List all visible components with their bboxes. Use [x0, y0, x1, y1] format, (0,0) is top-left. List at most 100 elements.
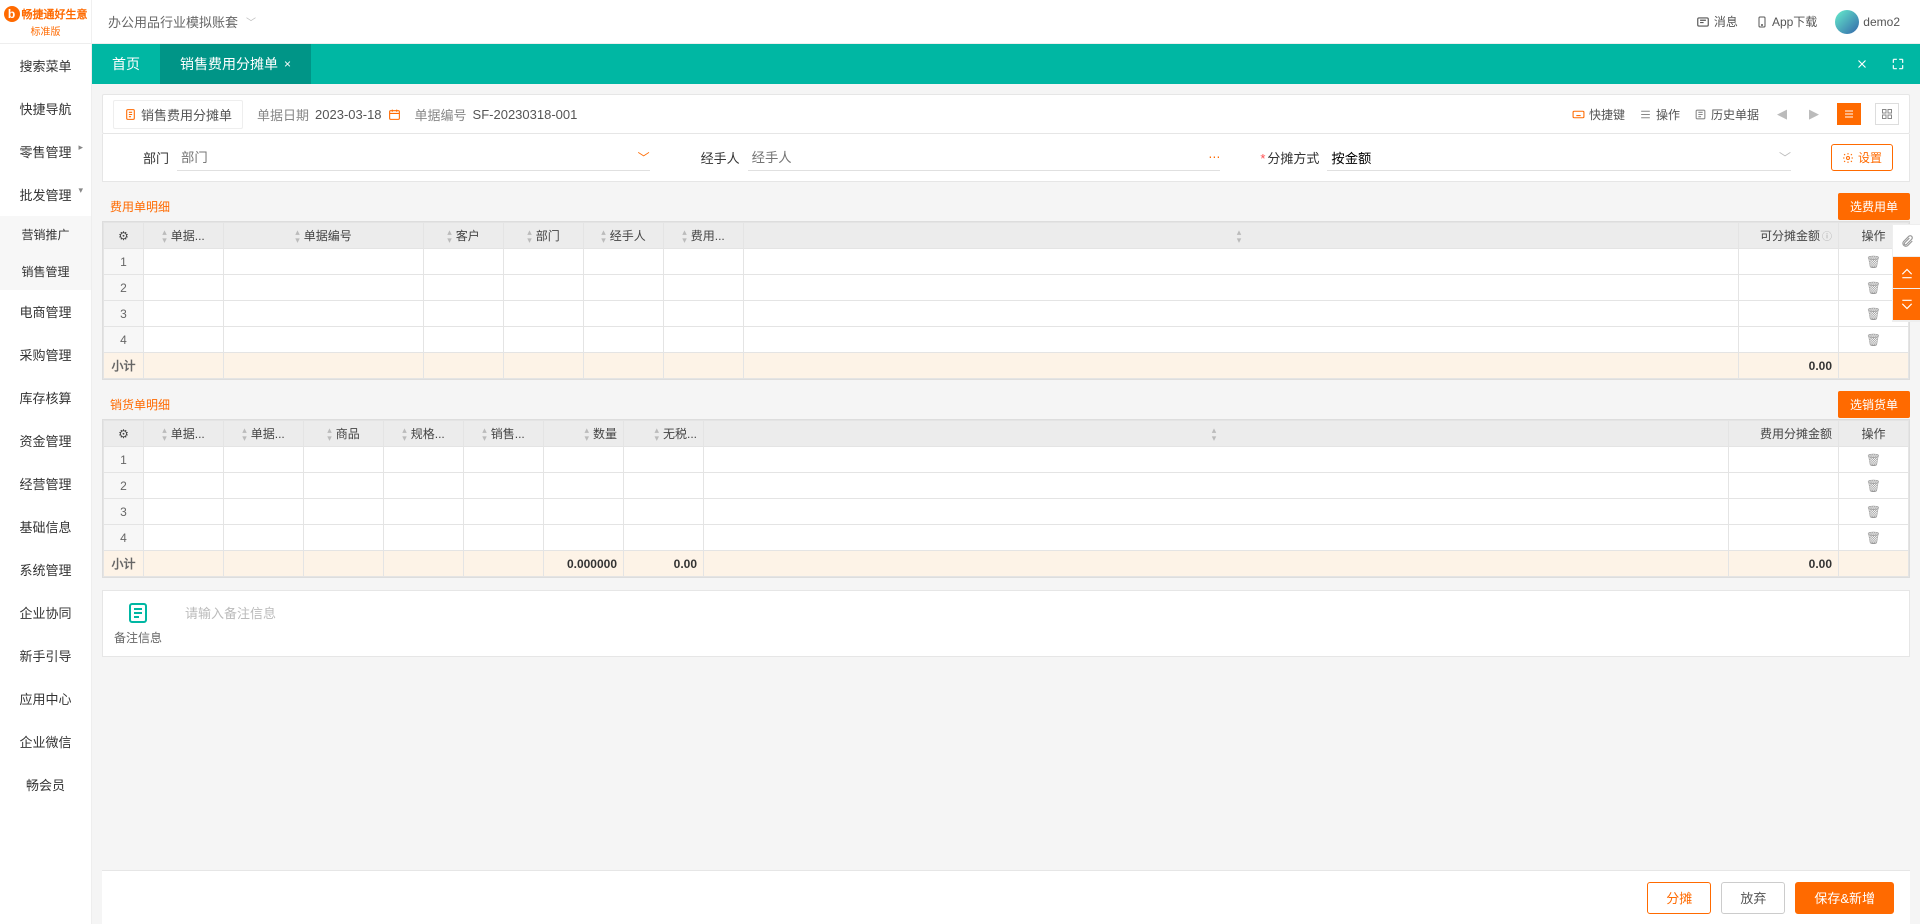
prev-doc-button[interactable]: ◀ [1773, 106, 1791, 122]
settings-button[interactable]: 设置 [1831, 144, 1893, 171]
col-s-no[interactable]: ▴▾单据... [224, 421, 304, 447]
select-expense-button[interactable]: 选费用单 [1838, 193, 1910, 220]
remark-input[interactable] [173, 591, 1909, 656]
dept-field: 部门 ﹀ [119, 144, 650, 171]
sidebar-item-inventory[interactable]: 库存核算 [0, 376, 91, 419]
col-doc-no[interactable]: ▴▾单据编号 [224, 223, 424, 249]
col-notax[interactable]: ▴▾无税... [624, 421, 704, 447]
shortcut-link[interactable]: 快捷键 [1572, 106, 1625, 123]
table-row[interactable]: 1🗑 [104, 447, 1909, 473]
col-product[interactable]: ▴▾商品 [304, 421, 384, 447]
next-doc-button[interactable]: ▶ [1805, 106, 1823, 122]
remark-box: 备注信息 [102, 590, 1910, 657]
sales-section-title: 销货单明细 [102, 390, 178, 419]
table-row[interactable]: 3🗑 [104, 499, 1909, 525]
user-menu[interactable]: demo2 [1835, 10, 1900, 34]
col-spec[interactable]: ▴▾规格... [384, 421, 464, 447]
chevron-down-icon[interactable]: ﹀ [638, 149, 650, 166]
dept-input[interactable] [177, 144, 638, 170]
right-rail [1892, 224, 1920, 322]
calendar-icon[interactable] [388, 108, 401, 121]
fullscreen-button[interactable] [1884, 50, 1912, 78]
messages-link[interactable]: 消息 [1696, 13, 1738, 30]
delete-icon[interactable]: 🗑 [1866, 531, 1881, 545]
select-sales-button[interactable]: 选销货单 [1838, 391, 1910, 418]
chevron-down-icon[interactable]: ﹀ [1779, 149, 1791, 166]
doc-date-value[interactable]: 2023-03-18 [315, 107, 382, 122]
sidebar-item-ecommerce[interactable]: 电商管理 [0, 290, 91, 333]
sidebar-item-wechat[interactable]: 企业微信 [0, 720, 91, 763]
table-row[interactable]: 4🗑 [104, 327, 1909, 353]
col-sale[interactable]: ▴▾销售... [464, 421, 544, 447]
sidebar-item-search[interactable]: 搜索菜单 [0, 44, 91, 87]
view-card-button[interactable] [1875, 103, 1899, 125]
delete-icon[interactable]: 🗑 [1866, 505, 1881, 519]
sidebar-item-finance[interactable]: 资金管理 [0, 419, 91, 462]
gear-icon[interactable]: ⚙ [104, 421, 144, 447]
document-header: 销售费用分摊单 单据日期 2023-03-18 单据编号 SF-20230318… [102, 94, 1910, 134]
sidebar-item-appcenter[interactable]: 应用中心 [0, 677, 91, 720]
col-alloc-amount[interactable]: 费用分摊金额 [1729, 421, 1839, 447]
col-allocatable[interactable]: 可分摊金额ⓘ [1739, 223, 1839, 249]
col-s-op: 操作 [1839, 421, 1909, 447]
tab-sales-expense-allocation[interactable]: 销售费用分摊单 × [160, 44, 311, 84]
allocate-button[interactable]: 分摊 [1647, 882, 1711, 914]
menu-icon [1639, 108, 1652, 121]
discard-button[interactable]: 放弃 [1721, 882, 1785, 914]
expense-table-header: ⚙ ▴▾单据... ▴▾单据编号 ▴▾客户 ▴▾部门 ▴▾经手人 ▴▾费用...… [104, 223, 1909, 249]
sidebar-item-purchase[interactable]: 采购管理 [0, 333, 91, 376]
sidebar-item-guide[interactable]: 新手引导 [0, 634, 91, 677]
table-row[interactable]: 3🗑 [104, 301, 1909, 327]
table-row[interactable]: 1🗑 [104, 249, 1909, 275]
sidebar-item-member[interactable]: 畅会员 [0, 763, 91, 806]
avatar-icon [1835, 10, 1859, 34]
sidebar-item-quicknav[interactable]: 快捷导航 [0, 87, 91, 130]
sidebar-item-wholesale[interactable]: 批发管理 [0, 173, 91, 216]
gear-icon[interactable]: ⚙ [104, 223, 144, 249]
attachment-button[interactable] [1893, 225, 1920, 257]
col-expense[interactable]: ▴▾费用... [664, 223, 744, 249]
help-icon[interactable]: ⓘ [1822, 232, 1832, 243]
tab-home[interactable]: 首页 [92, 44, 160, 84]
delete-icon[interactable]: 🗑 [1866, 255, 1881, 269]
org-selector[interactable]: 办公用品行业模拟账套 ﹀ [108, 12, 256, 31]
close-icon[interactable]: × [284, 57, 291, 71]
sidebar-item-basic[interactable]: 基础信息 [0, 505, 91, 548]
table-row[interactable]: 4🗑 [104, 525, 1909, 551]
col-doc-date[interactable]: ▴▾单据... [144, 223, 224, 249]
expand-bottom-button[interactable] [1893, 289, 1920, 321]
handler-input[interactable] [748, 144, 1209, 170]
view-list-button[interactable] [1837, 103, 1861, 125]
history-link[interactable]: 历史单据 [1694, 106, 1759, 123]
expand-top-button[interactable] [1893, 257, 1920, 289]
delete-icon[interactable]: 🗑 [1866, 453, 1881, 467]
delete-icon[interactable]: 🗑 [1866, 281, 1881, 295]
tab-close-all-button[interactable] [1848, 50, 1876, 78]
save-new-button[interactable]: 保存&新增 [1795, 882, 1894, 914]
messages-label: 消息 [1714, 13, 1738, 30]
col-handler[interactable]: ▴▾经手人 [584, 223, 664, 249]
delete-icon[interactable]: 🗑 [1866, 307, 1881, 321]
operation-link[interactable]: 操作 [1639, 106, 1680, 123]
table-row[interactable]: 2🗑 [104, 473, 1909, 499]
sales-table-header: ⚙ ▴▾单据... ▴▾单据... ▴▾商品 ▴▾规格... ▴▾销售... ▴… [104, 421, 1909, 447]
col-qty[interactable]: ▴▾数量 [544, 421, 624, 447]
delete-icon[interactable]: 🗑 [1866, 333, 1881, 347]
sidebar-sub-marketing[interactable]: 营销推广 [0, 216, 91, 253]
delete-icon[interactable]: 🗑 [1866, 479, 1881, 493]
sidebar-item-operation[interactable]: 经营管理 [0, 462, 91, 505]
more-icon[interactable]: ⋯ [1208, 150, 1220, 164]
method-input[interactable] [1327, 144, 1779, 170]
app-download-link[interactable]: App下载 [1756, 13, 1817, 30]
col-dept[interactable]: ▴▾部门 [504, 223, 584, 249]
method-label: 分摊方式 [1267, 151, 1319, 166]
sidebar-item-system[interactable]: 系统管理 [0, 548, 91, 591]
sidebar-sub-sales[interactable]: 销售管理 [0, 253, 91, 290]
col-s-blank: ▴▾ [704, 421, 1729, 447]
table-row[interactable]: 2🗑 [104, 275, 1909, 301]
col-customer[interactable]: ▴▾客户 [424, 223, 504, 249]
doc-no-field: 单据编号 SF-20230318-001 [415, 105, 578, 124]
sidebar-item-retail[interactable]: 零售管理 [0, 130, 91, 173]
sidebar-item-collab[interactable]: 企业协同 [0, 591, 91, 634]
col-s-date[interactable]: ▴▾单据... [144, 421, 224, 447]
